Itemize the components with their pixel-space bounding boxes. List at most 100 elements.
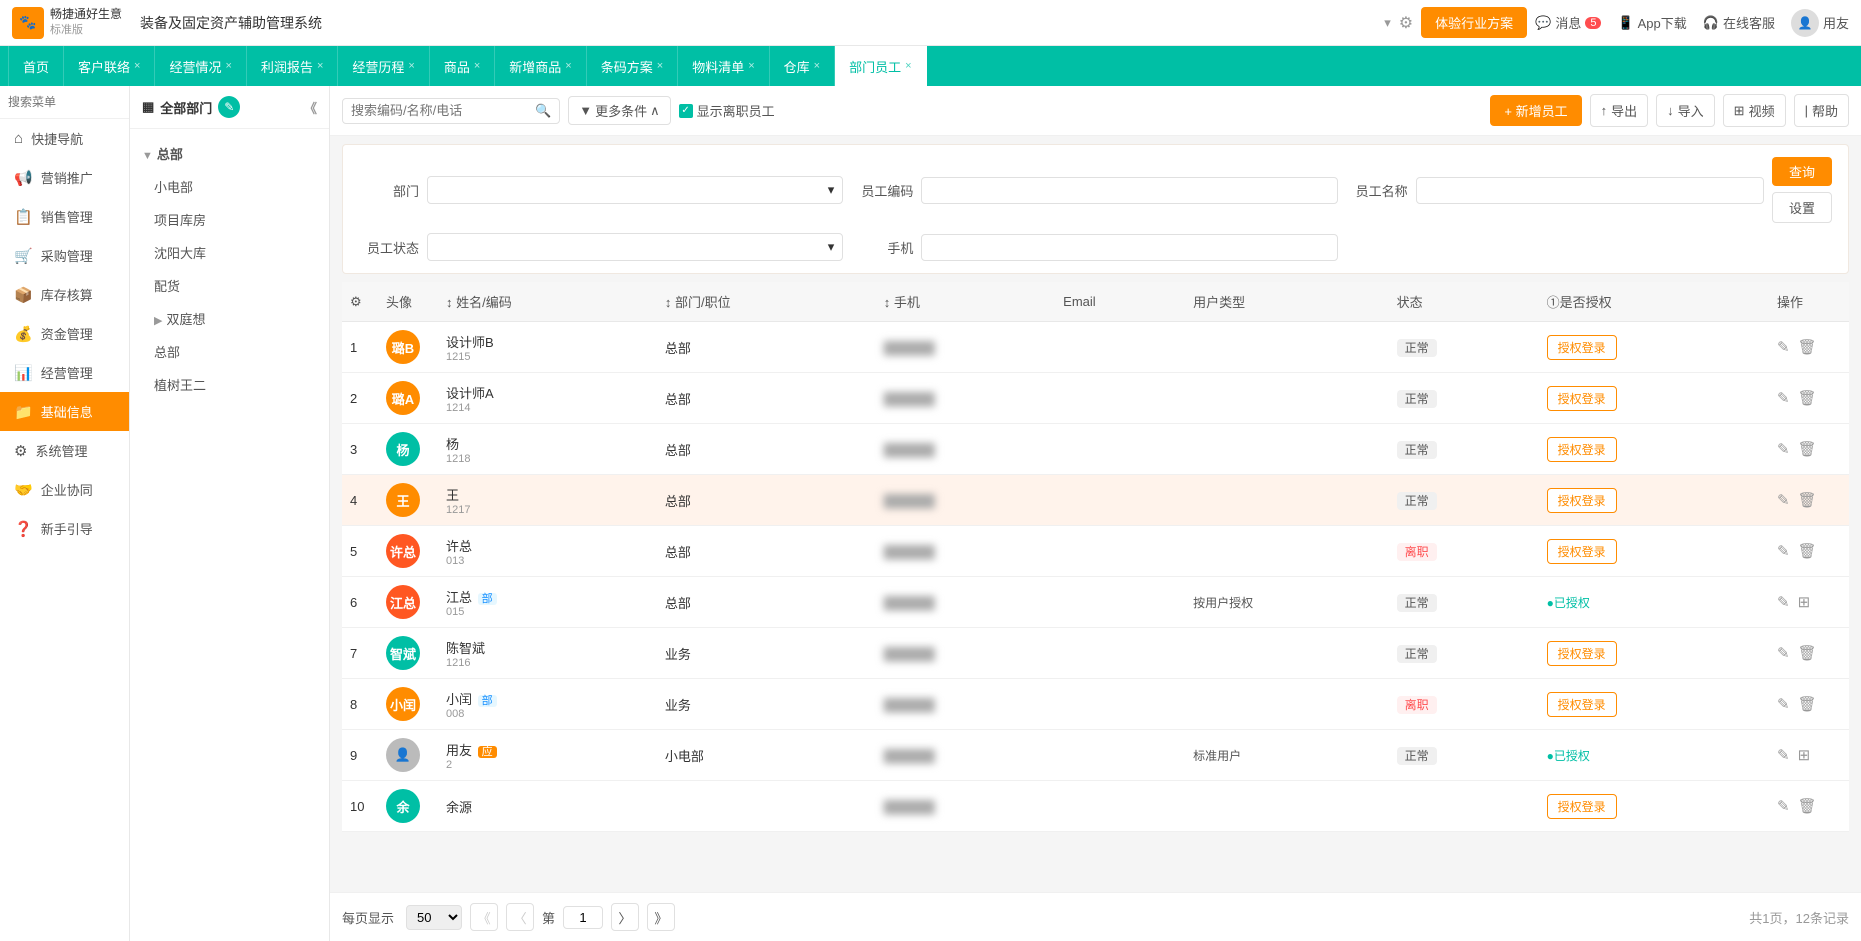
first-page-button[interactable]: 《 (470, 903, 498, 931)
nav-tab-warehouse[interactable]: 仓库 × (770, 46, 835, 86)
close-icon[interactable]: × (565, 60, 571, 72)
sidebar-item-finance[interactable]: 💰 资金管理 (0, 314, 129, 353)
sidebar-item-guide[interactable]: ❓ 新手引导 (0, 509, 129, 548)
delete-icon[interactable]: 🗑 (1798, 338, 1817, 356)
auth-button[interactable]: 授权登录 (1547, 386, 1617, 411)
nav-tab-customer[interactable]: 客户联络 × (64, 46, 155, 86)
emp-status-filter-select[interactable]: ▾ (427, 233, 843, 261)
copy-icon[interactable]: ⊞ (1798, 746, 1811, 764)
close-icon[interactable]: × (317, 60, 323, 72)
dept-item-xiaodianbu[interactable]: 小电部 (130, 170, 329, 203)
dept-col-header[interactable]: ↕ 部门/职位 (657, 282, 876, 322)
app-download-button[interactable]: 📱 App下载 (1617, 13, 1686, 32)
emp-code-filter-input[interactable] (921, 177, 1337, 204)
dept-item-zhishu[interactable]: 植树王二 (130, 368, 329, 401)
delete-icon[interactable]: 🗑 (1798, 440, 1817, 458)
nav-tab-profit[interactable]: 利润报告 × (247, 46, 338, 86)
edit-icon[interactable]: ✎ (1777, 491, 1790, 509)
auth-button[interactable]: 授权登录 (1547, 335, 1617, 360)
user-area[interactable]: 👤 用友 (1791, 9, 1849, 37)
add-employee-button[interactable]: + 新增员工 (1490, 95, 1581, 126)
page-input[interactable] (563, 906, 603, 929)
dept-item-xiangmu[interactable]: 项目库房 (130, 203, 329, 236)
filter-search-button[interactable]: 查询 (1772, 157, 1832, 186)
import-button[interactable]: ↓ 导入 (1656, 94, 1715, 127)
sidebar-item-quick-nav[interactable]: ⌂ 快捷导航 (0, 119, 129, 158)
close-icon[interactable]: × (225, 60, 231, 72)
emp-name-filter-input[interactable] (1416, 177, 1764, 204)
close-icon[interactable]: × (474, 60, 480, 72)
nav-tab-bom[interactable]: 物料清单 × (678, 46, 769, 86)
sidebar-item-operations[interactable]: 📊 经营管理 (0, 353, 129, 392)
delete-icon[interactable]: 🗑 (1798, 491, 1817, 509)
sidebar-search-input[interactable] (8, 95, 130, 109)
auth-button[interactable]: 授权登录 (1547, 437, 1617, 462)
copy-icon[interactable]: ⊞ (1798, 593, 1811, 611)
nav-tab-new-goods[interactable]: 新增商品 × (495, 46, 586, 86)
sidebar-item-basic-info[interactable]: 📁 基础信息 (0, 392, 129, 431)
view-button[interactable]: ⊞ 视频 (1723, 94, 1786, 127)
close-icon[interactable]: × (657, 60, 663, 72)
delete-icon[interactable]: 🗑 (1798, 797, 1817, 815)
sidebar-item-inventory[interactable]: 📦 库存核算 (0, 275, 129, 314)
edit-icon[interactable]: ✎ (1777, 542, 1790, 560)
settings-icon[interactable]: ⚙ (350, 294, 362, 310)
sidebar-item-marketing[interactable]: 📢 营销推广 (0, 158, 129, 197)
auth-button[interactable]: 授权登录 (1547, 641, 1617, 666)
edit-icon[interactable]: ✎ (1777, 440, 1790, 458)
edit-icon[interactable]: ✎ (1777, 338, 1790, 356)
message-button[interactable]: 💬 消息 5 (1535, 13, 1601, 32)
more-conditions-button[interactable]: ▼ 更多条件 ∧ (568, 96, 670, 125)
gear-icon[interactable]: ⚙ (1399, 13, 1413, 33)
delete-icon[interactable]: 🗑 (1798, 695, 1817, 713)
edit-icon[interactable]: ✎ (1777, 389, 1790, 407)
filter-settings-button[interactable]: 设置 (1772, 192, 1832, 223)
collapse-icon[interactable]: 《 (304, 98, 317, 117)
edit-icon[interactable]: ✎ (1777, 746, 1790, 764)
page-size-select[interactable]: 50 100 (406, 905, 462, 930)
help-button[interactable]: | 帮助 (1794, 94, 1849, 127)
search-input[interactable] (351, 103, 531, 118)
sidebar-item-purchase[interactable]: 🛒 采购管理 (0, 236, 129, 275)
edit-icon[interactable]: ✎ (1777, 695, 1790, 713)
nav-tab-barcode[interactable]: 条码方案 × (587, 46, 678, 86)
nav-tab-operation[interactable]: 经营情况 × (155, 46, 246, 86)
show-resigned-toggle[interactable]: ✓ 显示离职员工 (679, 101, 775, 120)
dept-item-zongbu2[interactable]: 总部 (130, 335, 329, 368)
dept-item-shenyang[interactable]: 沈阳大库 (130, 236, 329, 269)
dept-item-peihuo[interactable]: 配货 (130, 269, 329, 302)
nav-tab-goods[interactable]: 商品 × (430, 46, 495, 86)
nav-tab-home[interactable]: 首页 (8, 46, 64, 86)
phone-col-header[interactable]: ↕ 手机 (876, 282, 1055, 322)
auth-button[interactable]: 授权登录 (1547, 539, 1617, 564)
phone-filter-input[interactable] (921, 234, 1337, 261)
sidebar-item-collaboration[interactable]: 🤝 企业协同 (0, 470, 129, 509)
auth-button[interactable]: 授权登录 (1547, 488, 1617, 513)
nav-tab-department[interactable]: 部门员工 × (835, 46, 926, 86)
name-col-header[interactable]: ↕ 姓名/编码 (438, 282, 657, 322)
auth-button[interactable]: 授权登录 (1547, 794, 1617, 819)
dropdown-arrow-icon[interactable]: ▾ (1384, 15, 1391, 31)
trial-button[interactable]: 体验行业方案 (1421, 7, 1527, 38)
delete-icon[interactable]: 🗑 (1798, 644, 1817, 662)
delete-icon[interactable]: 🗑 (1798, 542, 1817, 560)
close-icon[interactable]: × (408, 60, 414, 72)
export-button[interactable]: ↑ 导出 (1590, 94, 1649, 127)
close-icon[interactable]: × (905, 60, 911, 72)
edit-icon[interactable]: ✎ (1777, 644, 1790, 662)
prev-page-button[interactable]: 〈 (506, 903, 534, 931)
close-icon[interactable]: × (748, 60, 754, 72)
sidebar-item-system[interactable]: ⚙ 系统管理 (0, 431, 129, 470)
sidebar-item-sales[interactable]: 📋 销售管理 (0, 197, 129, 236)
delete-icon[interactable]: 🗑 (1798, 389, 1817, 407)
dept-edit-button[interactable]: ✎ (218, 96, 240, 118)
edit-icon[interactable]: ✎ (1777, 797, 1790, 815)
last-page-button[interactable]: 》 (647, 903, 675, 931)
edit-icon[interactable]: ✎ (1777, 593, 1790, 611)
close-icon[interactable]: × (814, 60, 820, 72)
auth-button[interactable]: 授权登录 (1547, 692, 1617, 717)
online-service-button[interactable]: 🎧 在线客服 (1703, 13, 1775, 32)
dept-item-shuangting[interactable]: ▶双庭想 (130, 302, 329, 335)
dept-item-zongbu[interactable]: ▼总部 (130, 137, 329, 170)
dept-filter-select[interactable]: ▾ (427, 176, 843, 204)
